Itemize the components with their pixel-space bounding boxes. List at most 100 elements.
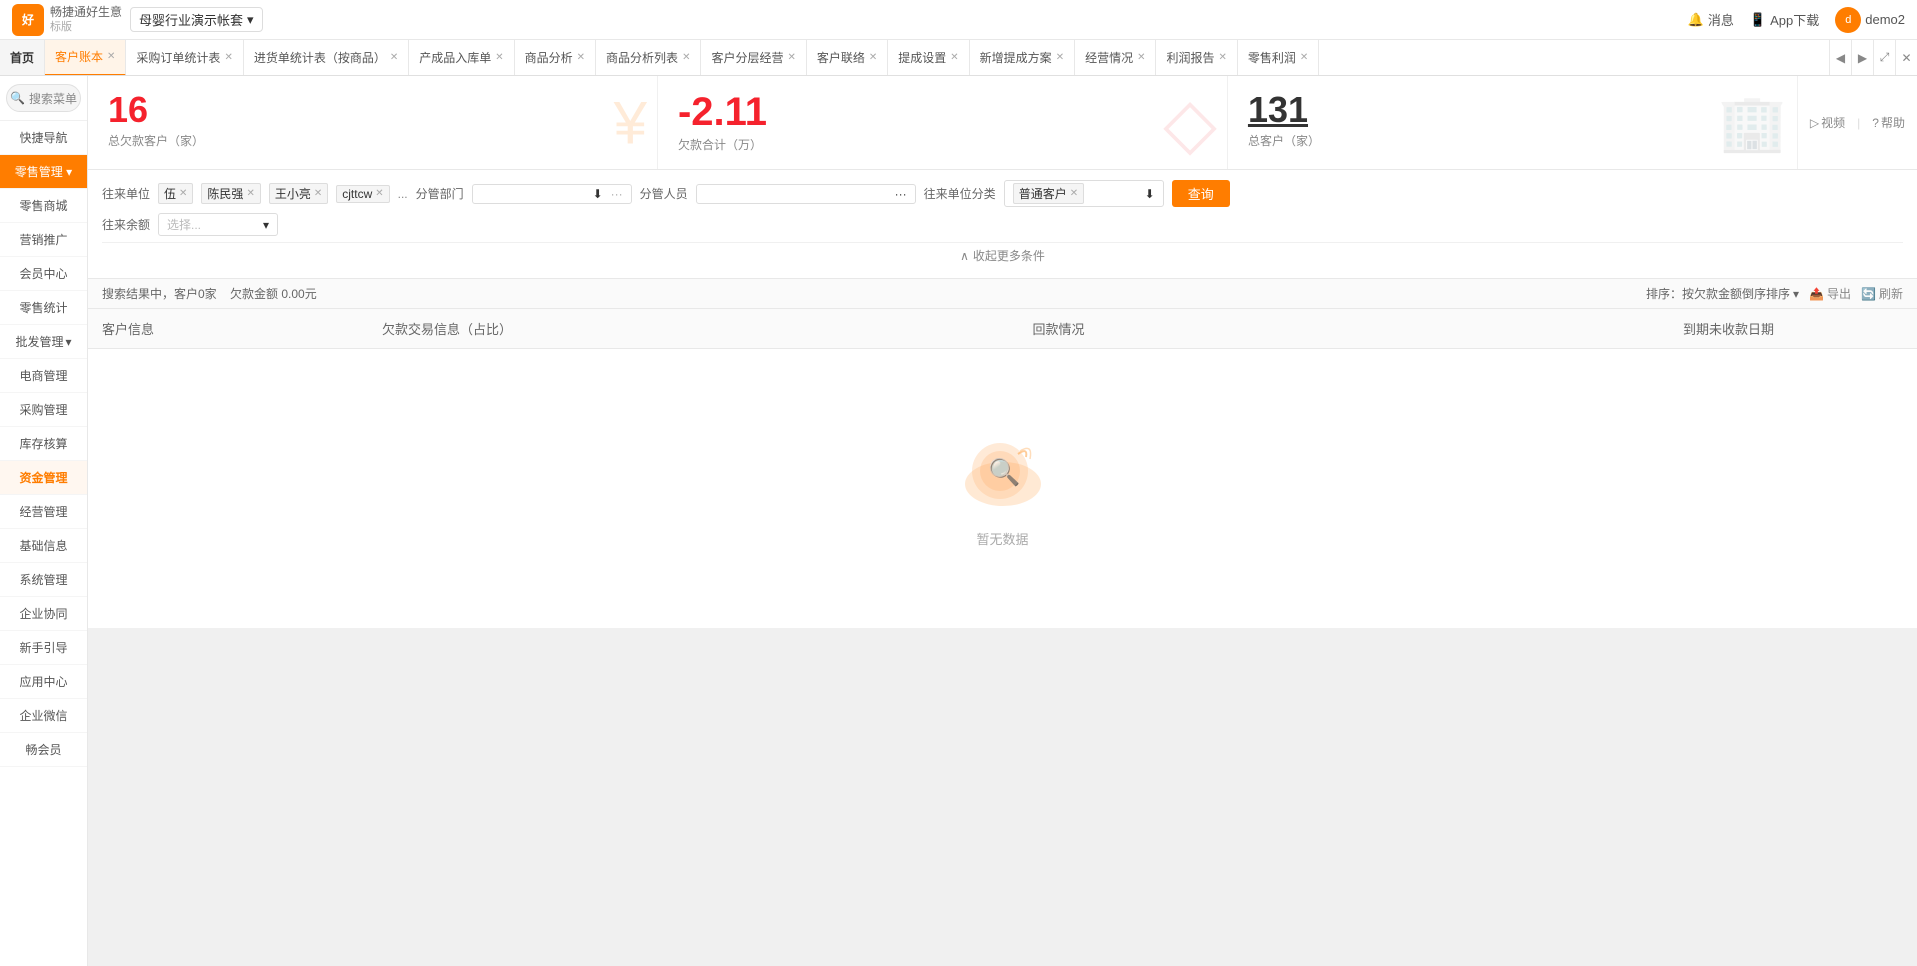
filter-tag-wang: 王小亮 ✕	[269, 183, 328, 204]
sidebar-item-finance[interactable]: 资金管理	[0, 461, 87, 495]
remove-tag-wang[interactable]: ✕	[314, 188, 322, 199]
tab-home[interactable]: 首页	[0, 40, 45, 76]
tab-maximize[interactable]: ⤢	[1873, 40, 1895, 76]
remove-tag-unit-all[interactable]: ✕	[179, 188, 187, 199]
sidebar-item-operations[interactable]: 经营管理	[0, 495, 87, 529]
table-container: 客户信息 欠款交易信息（占比） 回款情况 到期未收款日期 🔍 暂无数据	[88, 309, 1917, 628]
tab-close-product-analysis-list[interactable]: ✕	[682, 52, 690, 63]
help-icon: ?	[1872, 116, 1879, 130]
tab-close-customer-segment[interactable]: ✕	[787, 52, 795, 63]
sidebar-item-marketing[interactable]: 营销推广	[0, 223, 87, 257]
sidebar-item-system[interactable]: 系统管理	[0, 563, 87, 597]
filter-row-1: 往来单位 伍 ✕ 陈民强 ✕ 王小亮 ✕ cjttcw ✕ ...	[102, 180, 1903, 207]
tab-new-commission[interactable]: 新增提成方案 ✕	[970, 40, 1075, 76]
sidebar-item-retail-mall[interactable]: 零售商城	[0, 189, 87, 223]
sort-arrow-icon: ▾	[1793, 287, 1799, 301]
sidebar-search: 🔍 搜索菜单	[0, 76, 87, 121]
sidebar-item-member[interactable]: 会员中心	[0, 257, 87, 291]
sidebar-item-quick-nav[interactable]: 快捷导航	[0, 121, 87, 155]
tab-product-analysis-list[interactable]: 商品分析列表 ✕	[596, 40, 701, 76]
tab-arrow-left[interactable]: ◀	[1829, 40, 1851, 76]
remove-tag-chen[interactable]: ✕	[246, 188, 254, 199]
stat-total-customers: 16 总欠款客户（家） ¥	[88, 76, 658, 169]
stat-total-all: 131 总客户（家） 🏢	[1228, 76, 1798, 169]
stat-customers-label: 总欠款客户（家）	[108, 132, 204, 149]
user-menu[interactable]: d demo2	[1835, 7, 1905, 33]
filter-tag-chen: 陈民强 ✕	[201, 183, 260, 204]
tab-inbound-stats[interactable]: 进货单统计表（按商品） ✕	[244, 40, 409, 76]
tab-arrow-right[interactable]: ▶	[1851, 40, 1873, 76]
sidebar-item-wechat[interactable]: 企业微信	[0, 699, 87, 733]
messages-button[interactable]: 🔔 消息	[1688, 10, 1734, 29]
bell-icon: 🔔	[1688, 12, 1704, 28]
tab-close-new-commission[interactable]: ✕	[1056, 52, 1064, 63]
logo-text: 畅捷通好生意 标版	[50, 5, 122, 35]
video-icon: ▷	[1810, 116, 1819, 130]
export-button[interactable]: 📤 导出	[1809, 285, 1851, 302]
empty-illustration: 🔍	[958, 429, 1048, 519]
type-select-arrow: ⬇	[1145, 187, 1155, 201]
sidebar-item-retail-stats[interactable]: 零售统计	[0, 291, 87, 325]
sidebar-item-inventory[interactable]: 库存核算	[0, 427, 87, 461]
tab-profit-report[interactable]: 利润报告 ✕	[1156, 40, 1237, 76]
sidebar-item-wholesale[interactable]: 批发管理 ▾	[0, 325, 87, 359]
refresh-button[interactable]: 🔄 刷新	[1861, 285, 1903, 302]
store-selector[interactable]: 母婴行业演示帐套 ▾	[130, 7, 263, 32]
balance-select[interactable]: 选择... ▾	[158, 213, 278, 236]
query-button[interactable]: 查询	[1172, 180, 1230, 207]
help-link[interactable]: ? 帮助	[1872, 114, 1905, 131]
sidebar-item-member2[interactable]: 畅会员	[0, 733, 87, 767]
tab-close-inbound-stats[interactable]: ✕	[390, 52, 398, 63]
dept-label: 分管部门	[416, 185, 464, 202]
tab-business-situation[interactable]: 经营情况 ✕	[1075, 40, 1156, 76]
app-download-button[interactable]: 📱 App下载	[1750, 10, 1819, 29]
tab-product-analysis[interactable]: 商品分析 ✕	[515, 40, 596, 76]
dept-select-arrow: ⬇	[593, 187, 603, 201]
col-debt-info: 欠款交易信息（占比）	[382, 319, 1033, 338]
dept-select[interactable]: ⬇ ···	[472, 184, 632, 204]
sidebar-item-basic-info[interactable]: 基础信息	[0, 529, 87, 563]
collapse-button[interactable]: ∧ 收起更多条件	[102, 242, 1903, 268]
sidebar-item-onboarding[interactable]: 新手引导	[0, 631, 87, 665]
stat-customers-value: 16	[108, 92, 148, 128]
tab-close-production-inbound[interactable]: ✕	[495, 52, 503, 63]
tab-close-retail-profit[interactable]: ✕	[1300, 52, 1308, 63]
col-repayment: 回款情况	[1033, 319, 1684, 338]
unit-label: 往来单位	[102, 185, 150, 202]
top-bar-right: 🔔 消息 📱 App下载 d demo2	[1688, 7, 1905, 33]
tab-close-all[interactable]: ✕	[1895, 40, 1917, 76]
tab-commission-settings[interactable]: 提成设置 ✕	[888, 40, 969, 76]
tab-close-customer-contact[interactable]: ✕	[869, 52, 877, 63]
type-select[interactable]: 普通客户 ✕ ⬇	[1004, 180, 1164, 207]
tab-close-profit-report[interactable]: ✕	[1219, 52, 1227, 63]
tab-close-customer-ledger[interactable]: ✕	[107, 51, 115, 62]
sidebar-item-ecommerce[interactable]: 电商管理	[0, 359, 87, 393]
sidebar-item-retail[interactable]: 零售管理 ▾	[0, 155, 87, 189]
tab-purchase-order[interactable]: 采购订单统计表 ✕	[126, 40, 243, 76]
search-icon: 🔍	[10, 91, 25, 105]
video-link[interactable]: ▷ 视频	[1810, 114, 1845, 131]
person-select[interactable]: ···	[696, 184, 916, 204]
tab-close-purchase-order[interactable]: ✕	[224, 52, 232, 63]
remove-tag-cjttcw[interactable]: ✕	[375, 188, 383, 199]
logo-icon: 好	[12, 4, 44, 36]
results-summary: 搜索结果中，客户0家 欠款金额 0.00元	[102, 285, 317, 302]
sort-selector[interactable]: 排序：按欠款金额倒序排序 ▾	[1646, 285, 1799, 302]
sidebar-item-purchase[interactable]: 采购管理	[0, 393, 87, 427]
filter-more[interactable]: ...	[398, 187, 408, 201]
results-bar-right: 排序：按欠款金额倒序排序 ▾ 📤 导出 🔄 刷新	[1646, 285, 1903, 302]
results-bar: 搜索结果中，客户0家 欠款金额 0.00元 排序：按欠款金额倒序排序 ▾ 📤 导…	[88, 279, 1917, 309]
tab-retail-profit[interactable]: 零售利润 ✕	[1238, 40, 1319, 76]
remove-tag-ordinary[interactable]: ✕	[1070, 188, 1078, 199]
phone-icon: 📱	[1750, 12, 1766, 28]
tab-customer-ledger[interactable]: 客户账本 ✕	[45, 40, 126, 76]
sidebar-search-button[interactable]: 🔍 搜索菜单	[6, 84, 81, 112]
tab-close-business-situation[interactable]: ✕	[1137, 52, 1145, 63]
tab-customer-segment[interactable]: 客户分层经营 ✕	[701, 40, 806, 76]
tab-close-commission-settings[interactable]: ✕	[950, 52, 958, 63]
tab-production-inbound[interactable]: 产成品入库单 ✕	[409, 40, 514, 76]
sidebar-item-app-center[interactable]: 应用中心	[0, 665, 87, 699]
tab-customer-contact[interactable]: 客户联络 ✕	[807, 40, 888, 76]
tab-close-product-analysis[interactable]: ✕	[577, 52, 585, 63]
sidebar-item-enterprise-collab[interactable]: 企业协同	[0, 597, 87, 631]
